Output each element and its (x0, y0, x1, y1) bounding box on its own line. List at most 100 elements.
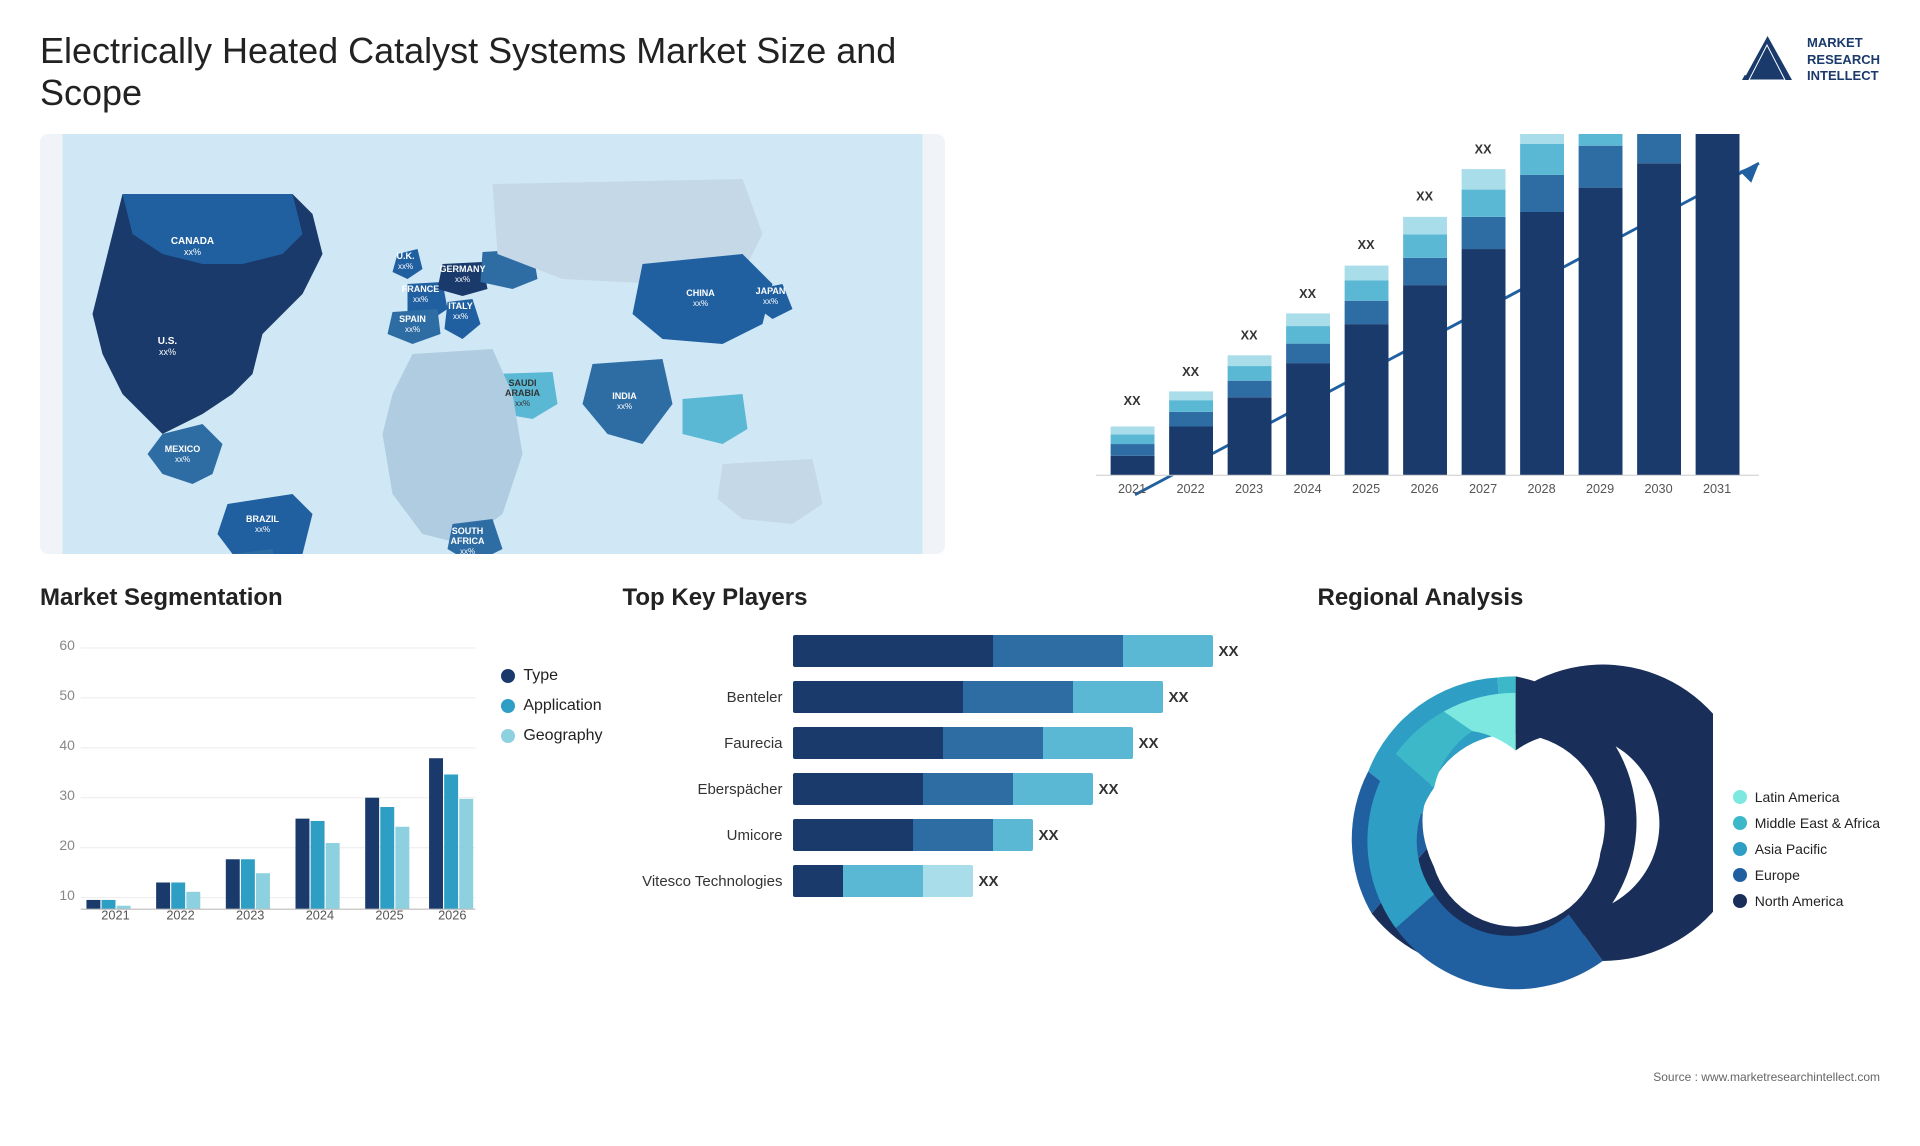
svg-text:50: 50 (59, 687, 75, 703)
svg-text:2025: 2025 (375, 908, 403, 923)
player-value-0: XX (1219, 643, 1239, 660)
player-name-umicore: Umicore (623, 827, 783, 844)
seg-chart-svg: 60 50 40 30 20 10 (40, 627, 481, 957)
svg-text:10: 10 (59, 887, 75, 903)
regional-wrapper: Latin America Middle East & Africa Asia … (1318, 627, 1881, 1060)
svg-text:U.S.: U.S. (158, 336, 178, 347)
svg-text:2028: 2028 (1527, 482, 1555, 496)
svg-text:xx%: xx% (515, 399, 530, 408)
svg-text:xx%: xx% (175, 455, 190, 464)
label-middle-east: Middle East & Africa (1755, 815, 1880, 831)
svg-text:SPAIN: SPAIN (399, 314, 426, 324)
player-row-faurecia: Faurecia XX (623, 724, 1298, 762)
player-row-vitesco: Vitesco Technologies XX (623, 862, 1298, 900)
svg-text:AFRICA: AFRICA (451, 536, 485, 546)
svg-text:GERMANY: GERMANY (439, 264, 485, 274)
player-bar-faurecia: XX (793, 727, 1298, 759)
svg-text:XX: XX (1416, 189, 1433, 203)
regional-analysis: Regional Analysis (1318, 584, 1881, 964)
dot-middle-east (1733, 816, 1747, 830)
seg-legend: Type Application Geography (501, 627, 602, 745)
bar-chart-container: XX XX XX XX (975, 134, 1880, 554)
svg-text:2024: 2024 (306, 908, 334, 923)
svg-text:xx%: xx% (455, 275, 470, 284)
dot-north-america (1733, 894, 1747, 908)
svg-text:60: 60 (59, 637, 75, 653)
svg-text:INDIA: INDIA (612, 391, 637, 401)
player-row-0: XX (623, 632, 1298, 670)
player-bar-0: XX (793, 635, 1298, 667)
legend-type: Type (501, 667, 602, 685)
svg-text:XX: XX (1182, 365, 1199, 379)
legend-middle-east: Middle East & Africa (1733, 815, 1880, 831)
segmentation-title: Market Segmentation (40, 584, 603, 612)
svg-text:xx%: xx% (460, 547, 475, 554)
svg-text:2029: 2029 (1586, 482, 1614, 496)
player-name-vitesco: Vitesco Technologies (623, 873, 783, 890)
player-value-umicore: XX (1039, 827, 1059, 844)
player-bar-benteler: XX (793, 681, 1298, 713)
legend-north-america: North America (1733, 893, 1880, 909)
player-value-vitesco: XX (979, 873, 999, 890)
player-value-faurecia: XX (1139, 735, 1159, 752)
svg-text:xx%: xx% (763, 297, 778, 306)
legend-label-geography: Geography (523, 727, 602, 745)
svg-text:2024: 2024 (1293, 482, 1321, 496)
label-latin-america: Latin America (1755, 789, 1840, 805)
svg-text:2025: 2025 (1352, 482, 1380, 496)
top-key-players: Top Key Players XX Benteler (623, 584, 1298, 964)
player-bar-umicore: XX (793, 819, 1298, 851)
player-bar-eberspaher: XX (793, 773, 1298, 805)
svg-text:xx%: xx% (693, 299, 708, 308)
legend-asia-pacific: Asia Pacific (1733, 841, 1880, 857)
svg-text:2021: 2021 (1118, 482, 1146, 496)
players-title: Top Key Players (623, 584, 1298, 612)
regional-legend: Latin America Middle East & Africa Asia … (1733, 779, 1880, 909)
legend-dot-type (501, 669, 515, 683)
legend-dot-geography (501, 729, 515, 743)
svg-text:XX: XX (1299, 287, 1316, 301)
svg-text:xx%: xx% (159, 347, 176, 357)
player-row-benteler: Benteler XX (623, 678, 1298, 716)
svg-text:2022: 2022 (166, 908, 194, 923)
bar-chart-svg: XX XX XX XX (975, 134, 1880, 524)
legend-geography: Geography (501, 727, 602, 745)
svg-text:2021: 2021 (101, 908, 129, 923)
regional-title: Regional Analysis (1318, 584, 1881, 612)
player-row-umicore: Umicore XX (623, 816, 1298, 854)
players-chart: XX Benteler XX Faurecia (623, 627, 1298, 900)
svg-text:2027: 2027 (1469, 482, 1497, 496)
svg-text:FRANCE: FRANCE (402, 284, 440, 294)
legend-europe: Europe (1733, 867, 1880, 883)
svg-text:SAUDI: SAUDI (508, 378, 536, 388)
legend-dot-application (501, 699, 515, 713)
svg-text:xx%: xx% (255, 525, 270, 534)
donut-chart (1318, 627, 1713, 1060)
logo-icon (1737, 30, 1797, 90)
player-row-eberspaher: Eberspächer XX (623, 770, 1298, 808)
dot-latin-america (1733, 790, 1747, 804)
svg-text:XX: XX (1475, 143, 1492, 157)
player-value-eberspaher: XX (1099, 781, 1119, 798)
svg-text:xx%: xx% (184, 247, 201, 257)
player-bar-vitesco: XX (793, 865, 1298, 897)
player-value-benteler: XX (1169, 689, 1189, 706)
seg-chart-wrapper: 60 50 40 30 20 10 (40, 627, 603, 957)
svg-text:20: 20 (59, 837, 75, 853)
svg-text:xx%: xx% (398, 262, 413, 271)
svg-text:MEXICO: MEXICO (165, 444, 201, 454)
market-segmentation: Market Segmentation 60 50 40 30 20 10 (40, 584, 603, 964)
svg-text:XX: XX (1124, 394, 1141, 408)
svg-text:40: 40 (59, 737, 75, 753)
page-title: Electrically Heated Catalyst Systems Mar… (40, 30, 940, 114)
header: Electrically Heated Catalyst Systems Mar… (40, 30, 1880, 114)
player-name-benteler: Benteler (623, 689, 783, 706)
source-text: Source : www.marketresearchintellect.com (1318, 1070, 1881, 1084)
svg-text:xx%: xx% (453, 312, 468, 321)
dot-asia-pacific (1733, 842, 1747, 856)
svg-text:XX: XX (1241, 329, 1258, 343)
svg-text:XX: XX (1358, 238, 1375, 252)
svg-text:2026: 2026 (438, 908, 466, 923)
map-container: CANADA xx% U.S. xx% MEXICO xx% BRAZIL xx… (40, 134, 945, 554)
svg-text:ITALY: ITALY (448, 301, 473, 311)
